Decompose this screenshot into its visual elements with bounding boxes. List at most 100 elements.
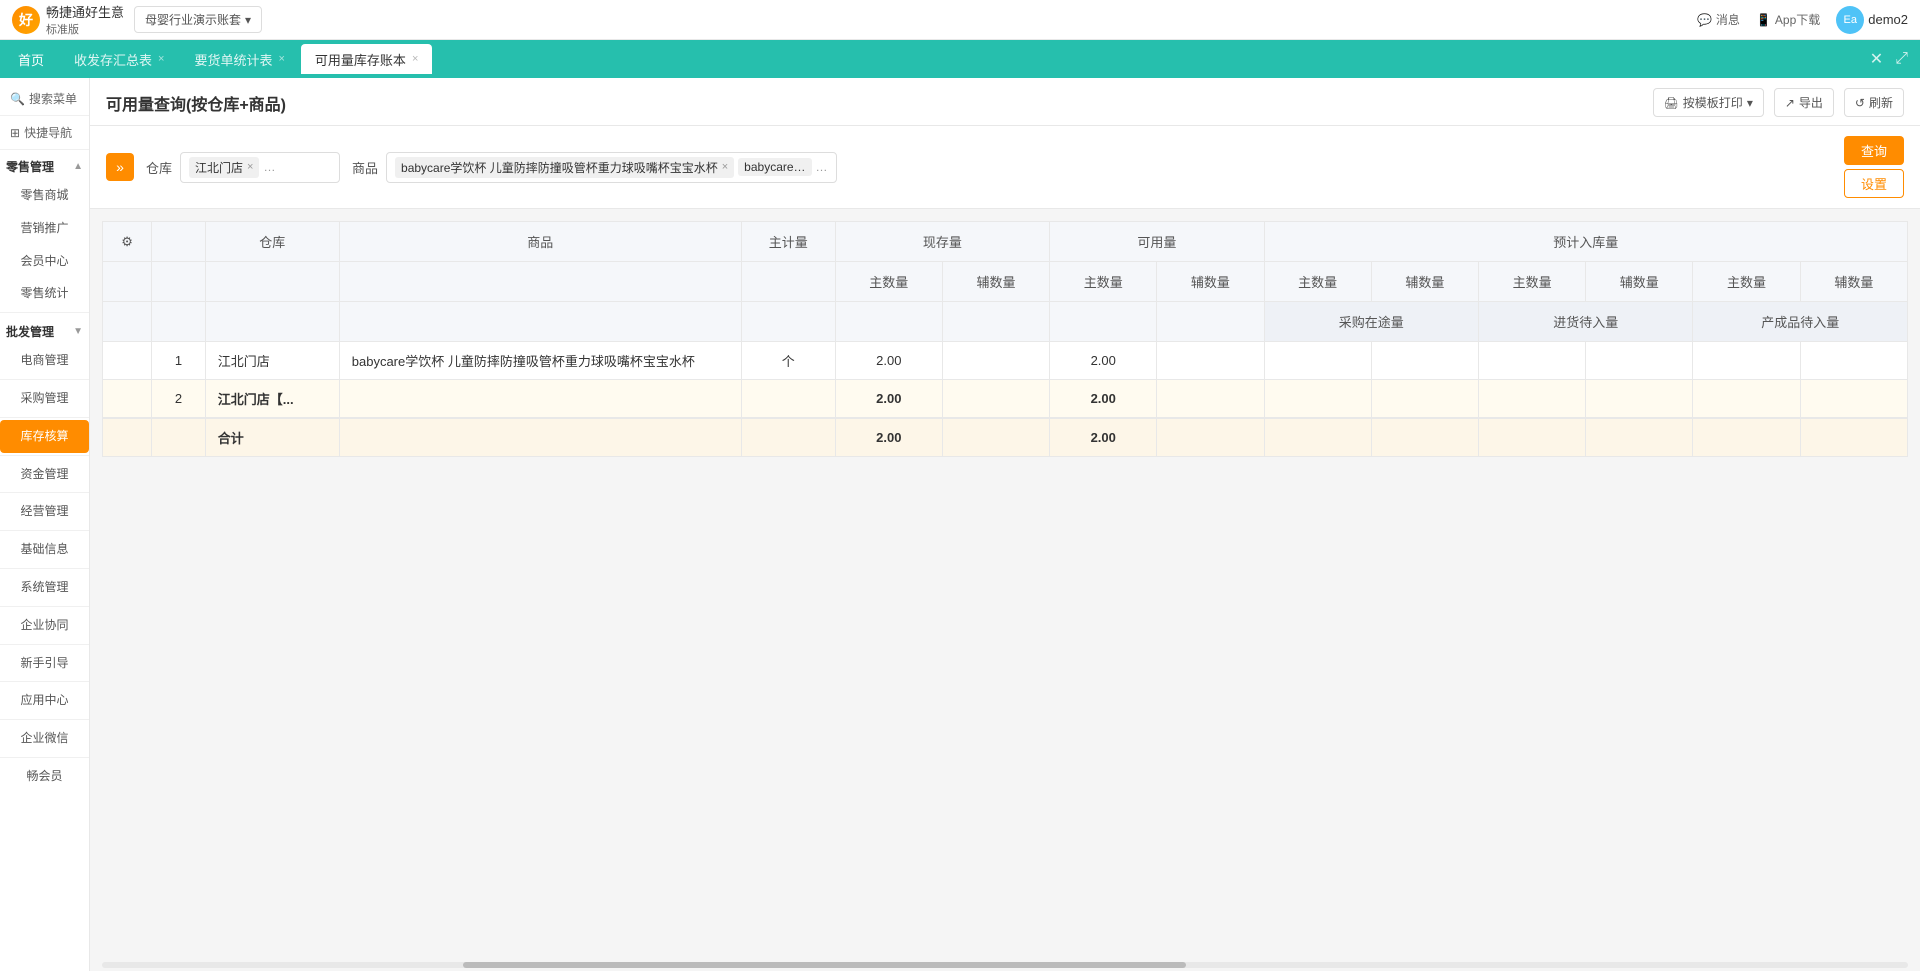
sidebar-item-enterprise-collab[interactable]: 企业协同 <box>0 609 89 642</box>
cell-pt-main-1 <box>1264 342 1371 380</box>
page-title: 可用量查询(按仓库+商品) <box>106 91 286 115</box>
scrollbar-thumb[interactable] <box>463 962 1185 968</box>
filter-toggle-button[interactable]: » <box>106 153 134 181</box>
footer-prod-main <box>1693 418 1800 457</box>
chevron-down-icon: ▾ <box>1747 96 1753 110</box>
sidebar-item-retail-mall[interactable]: 零售商城 <box>0 179 89 212</box>
product-dots[interactable]: … <box>816 160 828 174</box>
th-empty6 <box>835 302 942 342</box>
th-current-stock: 现存量 <box>835 222 1049 262</box>
sidebar-quick-nav[interactable]: ⊞ 快捷导航 <box>0 116 89 150</box>
footer-current-main: 2.00 <box>835 418 942 457</box>
th-empty7 <box>942 302 1049 342</box>
cell-prod-main-2 <box>1693 380 1800 419</box>
th-purchase-transit-main: 主数量 <box>1264 262 1371 302</box>
print-button[interactable]: 🖨 按模板打印 ▾ <box>1653 88 1764 117</box>
cell-available-main-1: 2.00 <box>1050 342 1157 380</box>
product-input[interactable]: babycare学饮杯 儿童防摔防撞吸管杯重力球吸嘴杯宝宝水杯 × babyca… <box>386 152 837 183</box>
th-warehouse: 仓库 <box>205 222 339 262</box>
content-area: 可用量查询(按仓库+商品) 🖨 按模板打印 ▾ ↗ 导出 ↺ 刷新 <box>90 78 1920 971</box>
product-tag-1-close[interactable]: × <box>722 161 728 173</box>
sidebar-item-operations[interactable]: 经营管理 <box>0 495 89 528</box>
industry-selector[interactable]: 母婴行业演示账套 ▾ <box>134 6 262 33</box>
warehouse-input[interactable]: 江北门店 × … <box>180 152 340 183</box>
table-row: 2 江北门店【... 2.00 2.00 <box>103 380 1908 419</box>
product-tag-1: babycare学饮杯 儿童防摔防撞吸管杯重力球吸嘴杯宝宝水杯 × <box>395 157 734 178</box>
logo-text: 畅捷通好生意 标准版 <box>46 2 124 37</box>
export-button[interactable]: ↗ 导出 <box>1774 88 1834 117</box>
refresh-button[interactable]: ↺ 刷新 <box>1844 88 1904 117</box>
logo-icon: 好 <box>12 6 40 34</box>
cell-settings-2 <box>103 380 152 419</box>
th-empty4 <box>339 302 741 342</box>
th-num <box>152 222 206 262</box>
avatar: Ea <box>1836 6 1864 34</box>
warehouse-dots[interactable]: … <box>263 160 275 174</box>
cell-num-2: 2 <box>152 380 206 419</box>
app-download-button[interactable]: 📱 App下载 <box>1756 11 1820 28</box>
sidebar-item-finance[interactable]: 资金管理 <box>0 458 89 491</box>
chevron-down-icon: ▼ <box>73 326 83 337</box>
th-empty5 <box>741 302 835 342</box>
settings-icon[interactable]: ⚙ <box>121 234 133 249</box>
sidebar-item-newbie[interactable]: 新手引导 <box>0 647 89 680</box>
sidebar-item-system[interactable]: 系统管理 <box>0 571 89 604</box>
th-purchase-pending-aux: 辅数量 <box>1586 262 1693 302</box>
table-row: 1 江北门店 babycare学饮杯 儿童防摔防撞吸管杯重力球吸嘴杯宝宝水杯 个… <box>103 342 1908 380</box>
th-empty9 <box>1157 302 1264 342</box>
warehouse-filter-group: 仓库 江北门店 × … <box>146 152 340 183</box>
nav-tabs: 首页 收发存汇总表 × 要货单统计表 × 可用量库存账本 × ✕ ⤢ <box>0 40 1920 78</box>
expand-button[interactable]: ⤢ <box>1891 46 1912 72</box>
warehouse-tag-close[interactable]: × <box>247 161 253 173</box>
cell-current-main-1: 2.00 <box>835 342 942 380</box>
settings-button[interactable]: 设置 <box>1844 169 1904 198</box>
th-product-pending-aux: 辅数量 <box>1800 262 1907 302</box>
nav-tabs-right: ✕ ⤢ <box>1866 45 1920 73</box>
sidebar-group-wholesale[interactable]: 批发管理 ▼ <box>0 315 89 344</box>
sidebar-item-procurement[interactable]: 采购管理 <box>0 382 89 415</box>
chevron-down-icon: ▾ <box>245 13 251 27</box>
cell-num-1: 1 <box>152 342 206 380</box>
cell-settings <box>103 342 152 380</box>
th-purchase-pending-main: 主数量 <box>1478 262 1585 302</box>
close-all-tabs-button[interactable]: ✕ <box>1866 45 1887 73</box>
footer-label: 合计 <box>205 418 339 457</box>
sidebar-item-basics[interactable]: 基础信息 <box>0 533 89 566</box>
tab-available-inventory[interactable]: 可用量库存账本 × <box>301 44 432 74</box>
th-empty1 <box>103 302 152 342</box>
th-available-main: 主数量 <box>1050 262 1157 302</box>
th-current-aux: 辅数量 <box>942 262 1049 302</box>
cell-current-main-2: 2.00 <box>835 380 942 419</box>
footer-settings <box>103 418 152 457</box>
close-tab-icon[interactable]: × <box>158 53 164 65</box>
footer-prod-aux <box>1800 418 1907 457</box>
top-bar-left: 好 畅捷通好生意 标准版 母婴行业演示账套 ▾ <box>12 2 262 37</box>
sidebar-item-app-center[interactable]: 应用中心 <box>0 684 89 717</box>
phone-icon: 📱 <box>1756 13 1771 27</box>
query-button[interactable]: 查询 <box>1844 136 1904 165</box>
cell-available-main-2: 2.00 <box>1050 380 1157 419</box>
sidebar-search[interactable]: 🔍 搜索菜单 <box>0 82 89 116</box>
cell-warehouse-1: 江北门店 <box>205 342 339 380</box>
footer-pt-main <box>1264 418 1371 457</box>
sidebar-item-members[interactable]: 会员中心 <box>0 245 89 278</box>
tab-home[interactable]: 首页 <box>4 44 58 74</box>
th-product: 商品 <box>339 222 741 262</box>
sidebar-item-retail-stats[interactable]: 零售统计 <box>0 277 89 310</box>
sidebar-item-ecommerce[interactable]: 电商管理 <box>0 344 89 377</box>
sidebar: 🔍 搜索菜单 ⊞ 快捷导航 零售管理 ▲ 零售商城 营销推广 会员中心 零售统计… <box>0 78 90 971</box>
sidebar-item-wechat[interactable]: 企业微信 <box>0 722 89 755</box>
close-tab-icon[interactable]: × <box>412 53 418 65</box>
sidebar-item-membership[interactable]: 畅会员 <box>0 760 89 793</box>
warehouse-label: 仓库 <box>146 158 172 177</box>
product-tag-2: babycare… <box>738 158 811 176</box>
tab-order-stats[interactable]: 要货单统计表 × <box>180 44 298 74</box>
sidebar-item-inventory[interactable]: 库存核算 <box>0 420 89 453</box>
message-button[interactable]: 💬 消息 <box>1697 11 1740 28</box>
sidebar-item-marketing[interactable]: 营销推广 <box>0 212 89 245</box>
bottom-scrollbar[interactable] <box>90 959 1920 971</box>
sidebar-group-retail[interactable]: 零售管理 ▲ <box>0 150 89 179</box>
user-area[interactable]: Ea demo2 <box>1836 6 1908 34</box>
close-tab-icon[interactable]: × <box>278 53 284 65</box>
tab-collection-summary[interactable]: 收发存汇总表 × <box>60 44 178 74</box>
